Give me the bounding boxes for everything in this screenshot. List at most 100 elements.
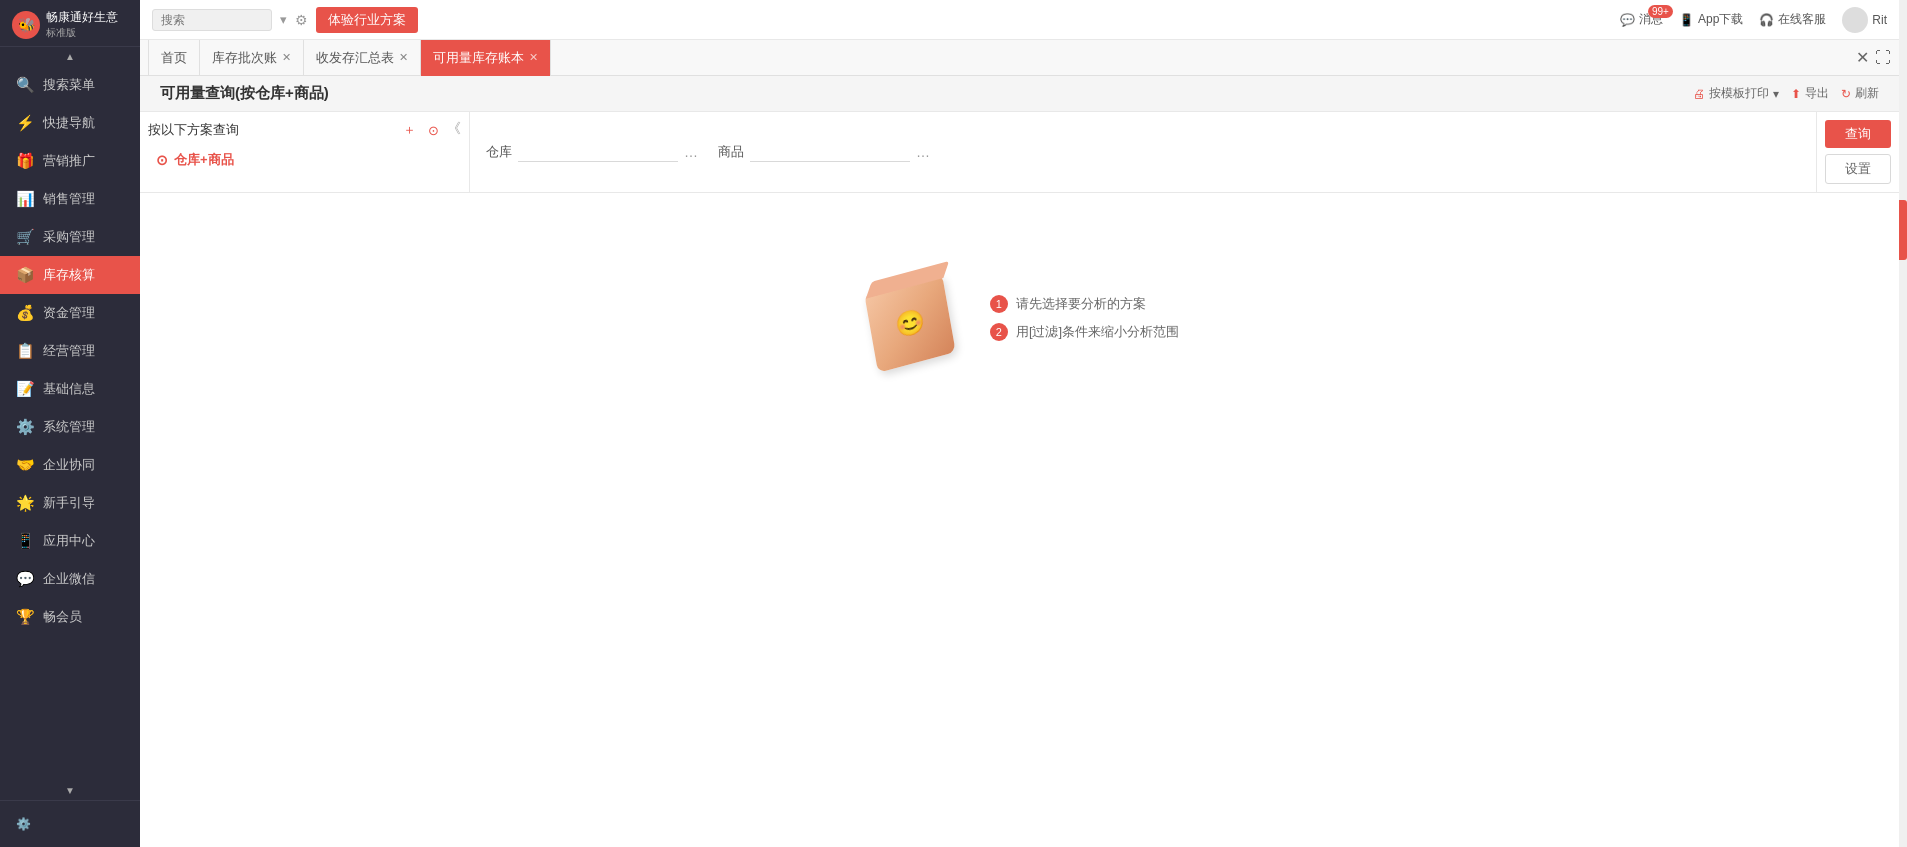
expand-tab-button[interactable]: ⛶	[1875, 49, 1891, 67]
search-icon: 🔍	[16, 76, 35, 94]
chevron-down-icon[interactable]: ▾	[280, 12, 287, 27]
warehouse-more-icon[interactable]: …	[684, 144, 698, 160]
sidebar-item-app-center[interactable]: 📱 应用中心	[0, 522, 140, 560]
refresh-label: 刷新	[1855, 85, 1879, 102]
sales-icon: 📊	[16, 190, 35, 208]
settings-icon[interactable]: ⚙	[295, 12, 308, 28]
sidebar-item-label: 畅会员	[43, 608, 82, 626]
filters-panel: 仓库 … 商品 …	[470, 112, 1816, 192]
sidebar-scroll-down[interactable]: ▼	[0, 781, 140, 800]
collapse-scheme-icon[interactable]: 《	[447, 120, 461, 140]
add-scheme-button[interactable]: ＋	[399, 120, 419, 140]
scheme-item-warehouse-goods[interactable]: ⊙ 仓库+商品	[148, 146, 461, 174]
hint-num-2: 2	[990, 323, 1008, 341]
filter-goods-input[interactable]	[750, 142, 910, 162]
sidebar-nav: 🔍 搜索菜单 ⚡ 快捷导航 🎁 营销推广 📊 销售管理 🛒 采购管理 📦 库存核…	[0, 66, 140, 781]
scheme-item-label: 仓库+商品	[174, 151, 234, 169]
sidebar-item-operations[interactable]: 📋 经营管理	[0, 332, 140, 370]
sidebar-bottom: ⚙️	[0, 800, 140, 847]
sidebar-item-system[interactable]: ⚙️ 系统管理	[0, 408, 140, 446]
message-icon: 💬	[1620, 13, 1635, 27]
export-action[interactable]: ⬆ 导出	[1791, 85, 1829, 102]
wechat-icon: 💬	[16, 570, 35, 588]
close-tab-batch-ledger[interactable]: ✕	[282, 51, 291, 64]
basic-info-icon: 📝	[16, 380, 35, 398]
empty-illustration	[860, 273, 960, 373]
scheme-item-icon: ⊙	[156, 152, 168, 168]
sidebar-item-label: 快捷导航	[43, 114, 95, 132]
sidebar-item-wechat[interactable]: 💬 企业微信	[0, 560, 140, 598]
enterprise-icon: 🤝	[16, 456, 35, 474]
tab-available-ledger[interactable]: 可用量库存账本 ✕	[421, 40, 551, 76]
print-icon: 🖨	[1693, 87, 1705, 101]
hint-item-1: 1 请先选择要分析的方案	[990, 295, 1179, 313]
user-profile-button[interactable]: Rit	[1842, 7, 1887, 33]
sidebar-item-enterprise[interactable]: 🤝 企业协同	[0, 446, 140, 484]
tab-receivable-summary[interactable]: 收发存汇总表 ✕	[304, 40, 421, 76]
filter-warehouse-input[interactable]	[518, 142, 678, 162]
refresh-action[interactable]: ↻ 刷新	[1841, 85, 1879, 102]
sidebar-item-basic-info[interactable]: 📝 基础信息	[0, 370, 140, 408]
tab-home[interactable]: 首页	[148, 40, 200, 76]
print-label: 按模板打印	[1709, 85, 1769, 102]
sidebar-item-newbie[interactable]: 🌟 新手引导	[0, 484, 140, 522]
member-icon: 🏆	[16, 608, 35, 626]
page-title-bar: 可用量查询(按仓库+商品) 🖨 按模板打印 ▾ ⬆ 导出 ↻ 刷新	[140, 76, 1899, 112]
query-button[interactable]: 查询	[1825, 120, 1891, 148]
sidebar-settings[interactable]: ⚙️	[0, 809, 140, 839]
tab-batch-ledger[interactable]: 库存批次账 ✕	[200, 40, 304, 76]
scheme-settings-button[interactable]: ⊙	[423, 120, 443, 140]
sidebar-item-marketing[interactable]: 🎁 营销推广	[0, 142, 140, 180]
sidebar-scroll-up[interactable]: ▲	[0, 47, 140, 66]
sidebar-item-member[interactable]: 🏆 畅会员	[0, 598, 140, 636]
service-label: 在线客服	[1778, 11, 1826, 28]
sidebar-item-search[interactable]: 🔍 搜索菜单	[0, 66, 140, 104]
close-tab-button[interactable]: ✕	[1856, 48, 1869, 67]
sidebar-item-label: 基础信息	[43, 380, 95, 398]
right-scrollbar[interactable]	[1899, 0, 1907, 847]
sidebar-item-inventory[interactable]: 📦 库存核算	[0, 256, 140, 294]
sidebar-item-finance[interactable]: 💰 资金管理	[0, 294, 140, 332]
hint-item-2: 2 用[过滤]条件来缩小分析范围	[990, 323, 1179, 341]
filter-goods: 商品 …	[718, 142, 930, 162]
filter-goods-label: 商品	[718, 143, 744, 161]
sidebar-item-label: 销售管理	[43, 190, 95, 208]
app-logo: 🐝 畅康通好生意 标准版	[0, 0, 140, 47]
close-tab-receivable-summary[interactable]: ✕	[399, 51, 408, 64]
tabs-bar: 首页 库存批次账 ✕ 收发存汇总表 ✕ 可用量库存账本 ✕ ✕ ⛶	[140, 40, 1899, 76]
print-chevron-icon: ▾	[1773, 87, 1779, 101]
hint-text-1: 请先选择要分析的方案	[1016, 295, 1146, 313]
close-tab-available-ledger[interactable]: ✕	[529, 51, 538, 64]
sidebar-item-sales[interactable]: 📊 销售管理	[0, 180, 140, 218]
print-action[interactable]: 🖨 按模板打印 ▾	[1693, 85, 1779, 102]
online-service-button[interactable]: 🎧 在线客服	[1759, 11, 1826, 28]
search-input[interactable]	[152, 9, 272, 31]
sidebar-item-label: 系统管理	[43, 418, 95, 436]
logo-sub: 标准版	[46, 26, 118, 40]
export-icon: ⬆	[1791, 87, 1801, 101]
marketing-icon: 🎁	[16, 152, 35, 170]
page-actions: 🖨 按模板打印 ▾ ⬆ 导出 ↻ 刷新	[1693, 85, 1879, 102]
app-download-label: App下载	[1698, 11, 1743, 28]
sidebar-item-label: 资金管理	[43, 304, 95, 322]
tab-home-label: 首页	[161, 49, 187, 67]
sidebar: 🐝 畅康通好生意 标准版 ▲ 🔍 搜索菜单 ⚡ 快捷导航 🎁 营销推广 📊 销售…	[0, 0, 140, 847]
sidebar-item-quick-nav[interactable]: ⚡ 快捷导航	[0, 104, 140, 142]
purchase-icon: 🛒	[16, 228, 35, 246]
sidebar-item-label: 新手引导	[43, 494, 95, 512]
filter-warehouse-label: 仓库	[486, 143, 512, 161]
tab-actions: ✕ ⛶	[1856, 48, 1891, 67]
settings-button[interactable]: 设置	[1825, 154, 1891, 184]
app-center-icon: 📱	[16, 532, 35, 550]
inventory-icon: 📦	[16, 266, 35, 284]
scrollbar-thumb	[1899, 200, 1907, 260]
message-button[interactable]: 💬 消息 99+	[1620, 11, 1663, 28]
sidebar-item-purchase[interactable]: 🛒 采购管理	[0, 218, 140, 256]
logo-name: 畅康通好生意	[46, 10, 118, 26]
page-title: 可用量查询(按仓库+商品)	[160, 84, 329, 103]
action-buttons: 查询 设置	[1816, 112, 1899, 192]
goods-more-icon[interactable]: …	[916, 144, 930, 160]
industry-solution-button[interactable]: 体验行业方案	[316, 7, 418, 33]
app-download-button[interactable]: 📱 App下载	[1679, 11, 1743, 28]
sidebar-item-label: 企业协同	[43, 456, 95, 474]
